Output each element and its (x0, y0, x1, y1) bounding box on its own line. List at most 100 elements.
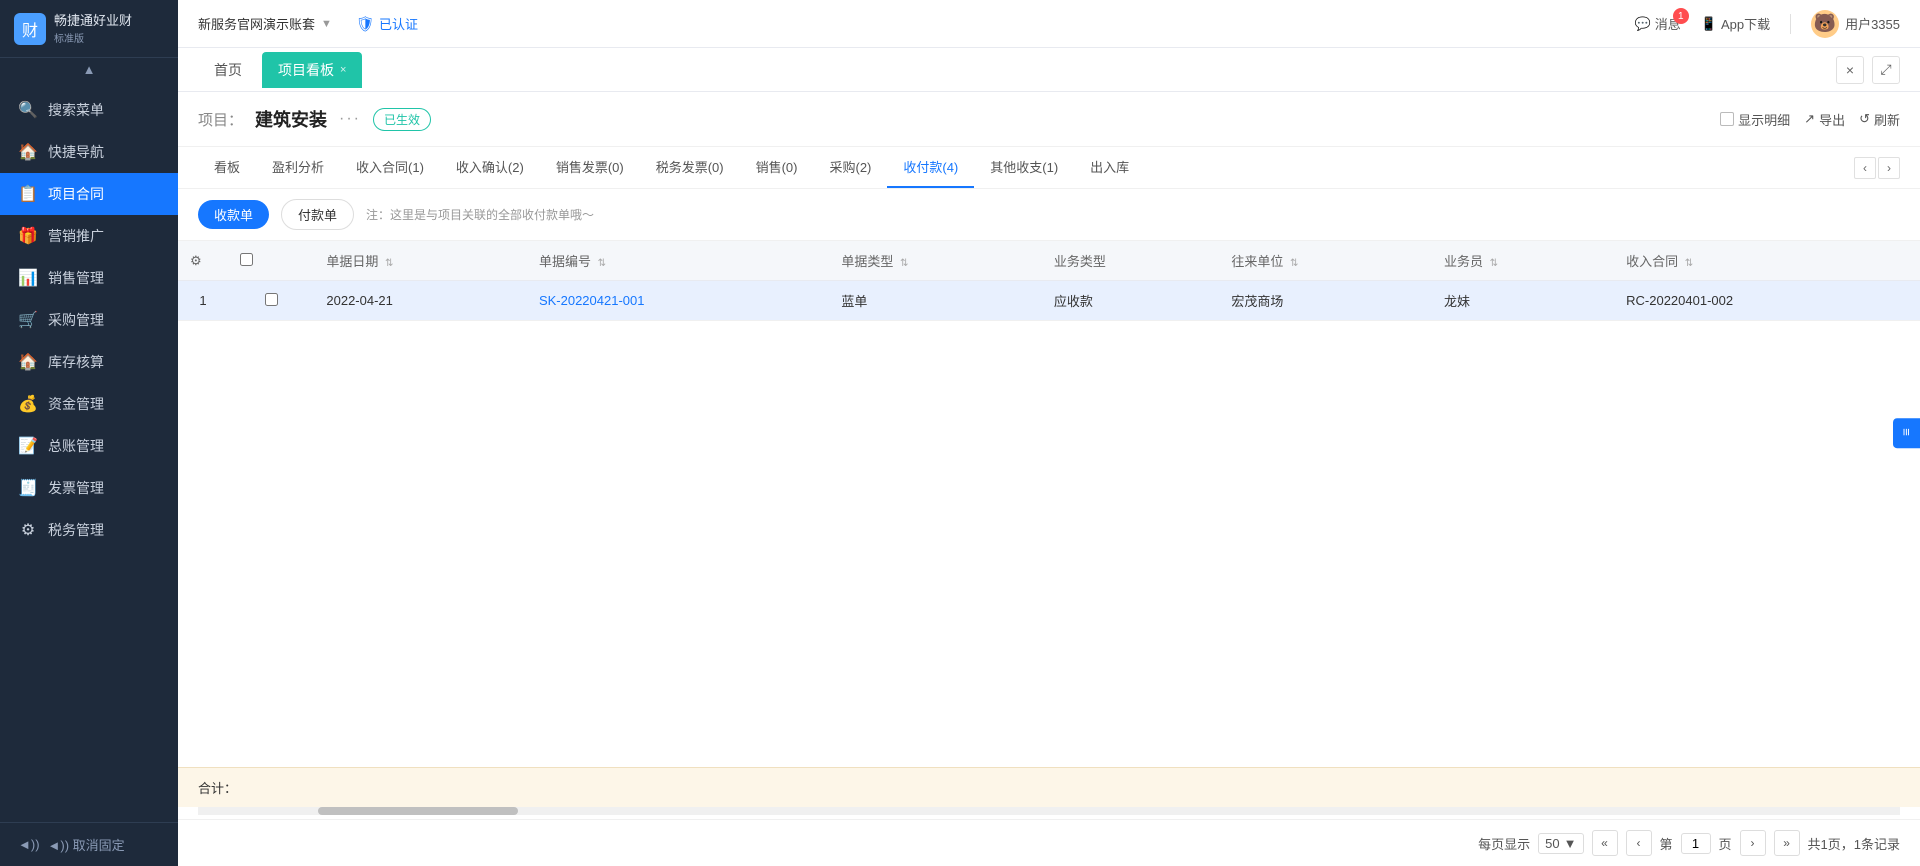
topbar-divider (1790, 14, 1791, 34)
marketing-icon: 🎁 (18, 226, 38, 246)
prev-page-button[interactable]: ‹ (1626, 830, 1652, 856)
project-more-button[interactable]: ··· (339, 110, 361, 128)
page-size-select[interactable]: 50 ▼ (1538, 833, 1583, 854)
sidebar-item-tax[interactable]: ⚙税务管理 (0, 509, 178, 551)
total-label: 合计： (198, 778, 237, 797)
unpin-icon: ◄)) (18, 837, 40, 852)
sidebar-scroll-up[interactable]: ▲ (0, 58, 178, 81)
sub-tab-sales[interactable]: 销售(0) (740, 147, 814, 188)
ledger-icon: 📝 (18, 436, 38, 456)
show-detail-label: 显示明细 (1738, 110, 1790, 129)
sub-tab-kanban[interactable]: 看板 (198, 147, 256, 188)
th-date[interactable]: 单据日期 ⇅ (314, 241, 527, 281)
sub-tab-inventory[interactable]: 出入库 (1074, 147, 1145, 188)
tab-project-board[interactable]: 项目看板 × (262, 52, 362, 88)
settings-icon[interactable]: ⚙ (190, 253, 202, 268)
th-salesperson-label: 业务员 (1444, 254, 1483, 269)
refresh-label: 刷新 (1874, 110, 1900, 129)
sub-tab-sales-invoice[interactable]: 销售发票(0) (540, 147, 640, 188)
sidebar-item-label-marketing: 营销推广 (48, 226, 104, 246)
page-size-label: 每页显示 (1478, 834, 1530, 853)
sidebar-item-label-inventory: 库存核算 (48, 352, 104, 372)
sidebar-item-label-ledger: 总账管理 (48, 436, 104, 456)
message-button[interactable]: 💬 消息 1 (1635, 14, 1681, 33)
account-selector[interactable]: 新服务官网演示账套 ▼ (198, 14, 332, 33)
project-name: 建筑安装 (255, 106, 327, 132)
sub-tab-other[interactable]: 其他收支(1) (974, 147, 1074, 188)
th-number[interactable]: 单据编号 ⇅ (527, 241, 829, 281)
sidebar-item-search[interactable]: 🔍搜索菜单 (0, 89, 178, 131)
app-download-label: App下载 (1721, 14, 1770, 33)
last-page-button[interactable]: » (1774, 830, 1800, 856)
td-number-link[interactable]: SK-20220421-001 (539, 293, 645, 308)
page-number-input[interactable] (1681, 833, 1711, 854)
float-icon: ≡ (1899, 428, 1914, 438)
select-all-checkbox[interactable] (240, 253, 253, 266)
sidebar-item-inventory[interactable]: 🏠库存核算 (0, 341, 178, 383)
th-contract[interactable]: 收入合同 ⇅ (1614, 241, 1920, 281)
show-detail-checkbox[interactable] (1720, 112, 1734, 126)
sidebar-unpin-button[interactable]: ◄)) ◄)) 取消固定 (0, 822, 178, 866)
sub-tab-tax-invoice[interactable]: 税务发票(0) (640, 147, 740, 188)
th-salesperson[interactable]: 业务员 ⇅ (1432, 241, 1614, 281)
account-arrow-icon: ▼ (321, 18, 332, 30)
close-window-button[interactable]: × (1836, 56, 1864, 84)
sidebar-item-invoice[interactable]: 🧾发票管理 (0, 467, 178, 509)
user-avatar: 🐻 (1811, 10, 1839, 38)
project-actions: 显示明细 ↗ 导出 ↺ 刷新 (1720, 110, 1900, 129)
th-type[interactable]: 单据类型 ⇅ (829, 241, 1042, 281)
th-partner[interactable]: 往来单位 ⇅ (1219, 241, 1432, 281)
sidebar-item-quick[interactable]: 🏠快捷导航 (0, 131, 178, 173)
sidebar-item-capital[interactable]: 💰资金管理 (0, 383, 178, 425)
sub-tab-payment[interactable]: 收付款(4) (887, 147, 974, 188)
user-menu[interactable]: 🐻 用户3355 (1811, 10, 1900, 38)
sub-tab-purchase[interactable]: 采购(2) (813, 147, 887, 188)
purchase-icon: 🛒 (18, 310, 38, 330)
th-contract-label: 收入合同 (1626, 254, 1678, 269)
payment-button[interactable]: 付款单 (281, 199, 354, 230)
table-scrollbar-thumb[interactable] (318, 807, 518, 815)
table-row[interactable]: 1 2022-04-21 SK-20220421-001 蓝单 应收款 宏茂商场 (178, 281, 1920, 321)
tab-close-icon[interactable]: × (340, 64, 346, 76)
sub-tab-profit[interactable]: 盈利分析 (256, 147, 340, 188)
page-size-value: 50 (1545, 836, 1559, 851)
float-action-button[interactable]: ≡ (1893, 418, 1920, 448)
tabbar-actions: × ⤢ (1836, 56, 1900, 84)
sidebar-item-ledger[interactable]: 📝 总账管理 (0, 425, 178, 467)
first-page-button[interactable]: « (1592, 830, 1618, 856)
th-biz-type: 业务类型 (1042, 241, 1219, 281)
table-scrollbar[interactable] (198, 807, 1900, 815)
sidebar-nav: 🔍搜索菜单🏠快捷导航📋项目合同 🎁 营销推广 📊销售管理🛒采购管理🏠库存核算💰资金管理… (0, 81, 178, 822)
show-detail-toggle[interactable]: 显示明细 (1720, 110, 1790, 129)
certified-badge: 🛡 已认证 (356, 14, 418, 33)
refresh-button[interactable]: ↺ 刷新 (1859, 110, 1900, 129)
td-partner: 宏茂商场 (1219, 281, 1432, 321)
sidebar-item-purchase[interactable]: 🛒采购管理 (0, 299, 178, 341)
row-checkbox[interactable] (265, 293, 278, 306)
sidebar-item-marketing[interactable]: 🎁 营销推广 (0, 215, 178, 257)
sub-tab-prev-button[interactable]: ‹ (1854, 157, 1876, 179)
receipt-button[interactable]: 收款单 (198, 200, 269, 229)
th-type-label: 单据类型 (841, 254, 893, 269)
shield-icon: 🛡 (356, 15, 375, 33)
page-word: 第 (1660, 834, 1673, 853)
sub-tab-income-contract[interactable]: 收入合同(1) (340, 147, 440, 188)
sub-tab-income-confirm[interactable]: 收入确认(2) (440, 147, 540, 188)
export-label: 导出 (1819, 110, 1845, 129)
th-date-label: 单据日期 (326, 254, 378, 269)
tab-home[interactable]: 首页 (198, 52, 258, 88)
sidebar-item-sales[interactable]: 📊销售管理 (0, 257, 178, 299)
sidebar-item-project[interactable]: 📋项目合同 (0, 173, 178, 215)
export-button[interactable]: ↗ 导出 (1804, 110, 1845, 129)
account-name: 新服务官网演示账套 (198, 14, 315, 33)
total-row: 合计： (178, 767, 1920, 807)
invoice-icon: 🧾 (18, 478, 38, 498)
sub-tab-next-button[interactable]: › (1878, 157, 1900, 179)
expand-window-button[interactable]: ⤢ (1872, 56, 1900, 84)
td-type: 蓝单 (829, 281, 1042, 321)
app-download-button[interactable]: 📱 App下载 (1701, 14, 1770, 33)
next-page-button[interactable]: › (1740, 830, 1766, 856)
th-checkbox (228, 241, 314, 281)
number-sort-icon: ⇅ (598, 258, 606, 269)
sub-tabs: 看板 盈利分析 收入合同(1) 收入确认(2) 销售发票(0) 税务发票(0) … (178, 147, 1920, 189)
